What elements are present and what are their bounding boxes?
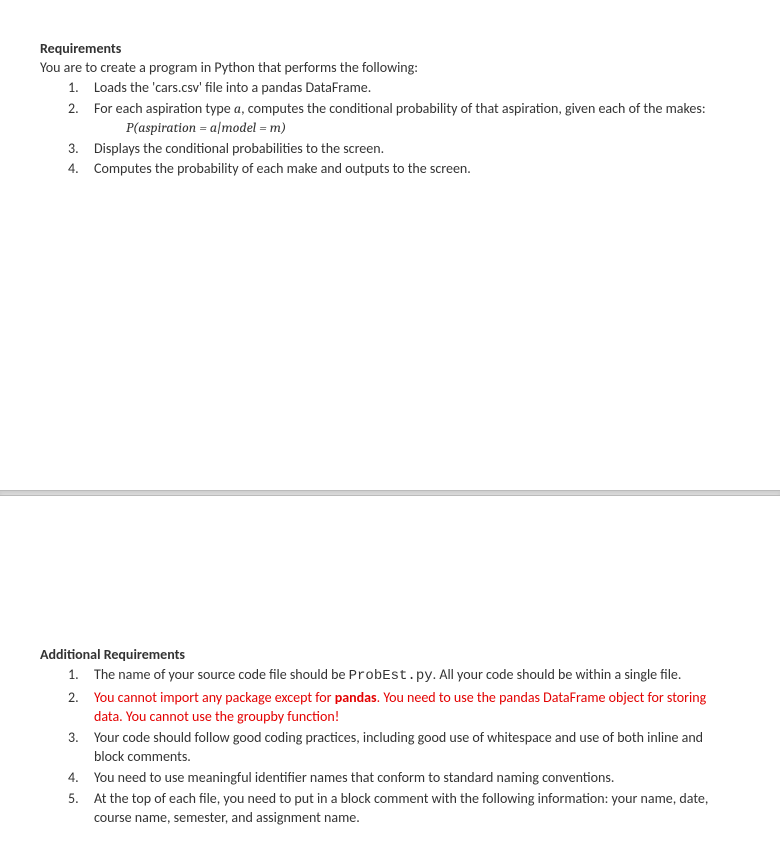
list-item: 2. For each aspiration type a, computes …: [68, 99, 720, 138]
list-item: 4. Computes the probability of each make…: [68, 159, 720, 179]
item-text-warning: You cannot import any package except for…: [94, 689, 706, 726]
item-number: 4.: [68, 159, 88, 179]
item-text: At the top of each file, you need to put…: [94, 790, 708, 827]
item-number: 4.: [68, 768, 88, 788]
additional-requirements-list: 1. The name of your source code file sho…: [40, 665, 720, 828]
item-text: You need to use meaningful identifier na…: [94, 769, 614, 786]
item-number: 3.: [68, 139, 88, 159]
list-item: 3. Displays the conditional probabilitie…: [68, 139, 720, 159]
item-number: 1.: [68, 78, 88, 98]
item-text: Loads the 'cars.csv' file into a pandas …: [94, 79, 371, 96]
item-text: For each aspiration type a, computes the…: [94, 100, 706, 137]
list-item: 1. Loads the 'cars.csv' file into a pand…: [68, 78, 720, 98]
item-text: Your code should follow good coding prac…: [94, 729, 703, 766]
item-number: 5.: [68, 789, 88, 809]
list-item: 2. You cannot import any package except …: [68, 688, 720, 727]
item-number: 2.: [68, 688, 88, 708]
item-text: The name of your source code file should…: [94, 666, 681, 683]
requirements-list: 1. Loads the 'cars.csv' file into a pand…: [40, 78, 720, 179]
list-item: 1. The name of your source code file sho…: [68, 665, 720, 687]
item-text: Computes the probability of each make an…: [94, 160, 471, 177]
page-spacer: [40, 536, 720, 646]
item-number: 1.: [68, 665, 88, 685]
probability-formula: P(aspiration = a|model = m): [94, 119, 286, 136]
list-item: 3. Your code should follow good coding p…: [68, 728, 720, 767]
page-1: Requirements You are to create a program…: [0, 0, 780, 490]
page-2: Additional Requirements 1. The name of y…: [0, 496, 780, 859]
item-number: 2.: [68, 99, 88, 119]
pandas-keyword: pandas: [335, 689, 377, 706]
requirements-heading: Requirements: [40, 40, 720, 57]
list-item: 4. You need to use meaningful identifier…: [68, 768, 720, 788]
requirements-intro: You are to create a program in Python th…: [40, 59, 720, 76]
additional-requirements-heading: Additional Requirements: [40, 646, 720, 663]
filename: ProbEst.py: [349, 668, 433, 684]
list-item: 5. At the top of each file, you need to …: [68, 789, 720, 828]
item-number: 3.: [68, 728, 88, 748]
item-text: Displays the conditional probabilities t…: [94, 140, 384, 157]
